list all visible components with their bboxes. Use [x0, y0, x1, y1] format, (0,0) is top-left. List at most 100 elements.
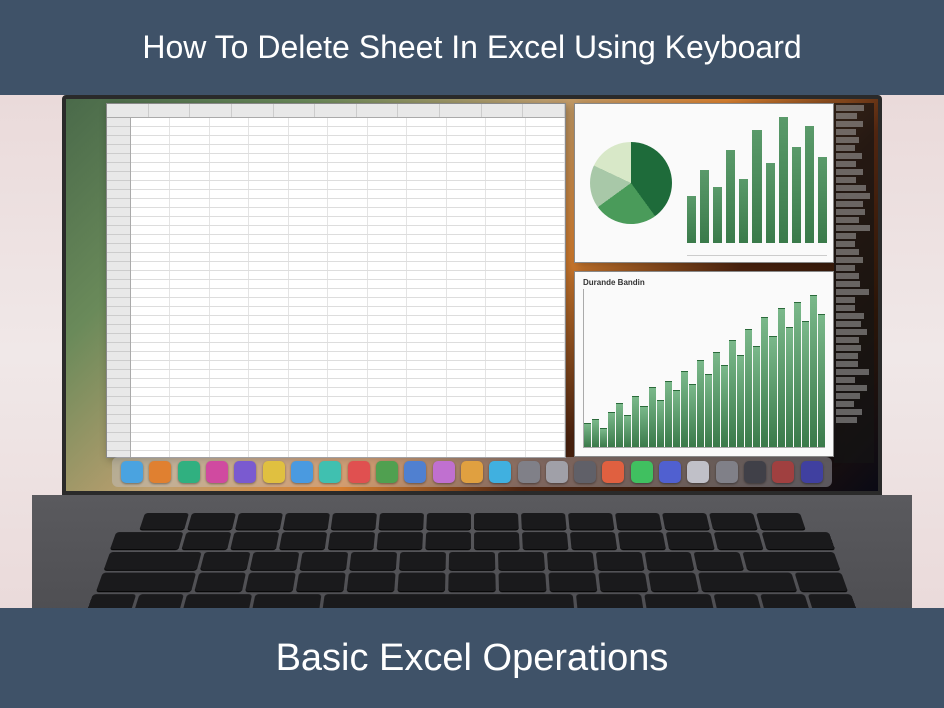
keyboard-key: [665, 532, 714, 549]
keyboard-key: [327, 532, 374, 549]
pie-chart: [590, 142, 672, 224]
keyboard-key: [425, 532, 471, 549]
macos-dock: [112, 457, 832, 487]
area-segment: [624, 415, 631, 447]
bar-segment: [752, 130, 761, 243]
area-segment: [786, 327, 793, 447]
keyboard-key: [181, 532, 231, 549]
side-properties-panel: [834, 103, 874, 463]
area-segment: [608, 412, 615, 447]
keyboard-key: [596, 552, 645, 570]
dock-app-icon: [404, 461, 426, 483]
keyboard-key: [693, 552, 743, 570]
keyboard-key: [645, 552, 695, 570]
keyboard-key: [245, 573, 296, 592]
keyboard-key: [282, 513, 329, 530]
area-segment: [745, 329, 752, 448]
area-chart: [583, 289, 825, 448]
dock-app-icon: [716, 461, 738, 483]
dock-app-icon: [348, 461, 370, 483]
pie-chart-area: [581, 110, 681, 256]
area-segment: [802, 321, 809, 447]
chart-title: Durande Bandin: [583, 276, 825, 289]
area-segment: [721, 365, 728, 447]
keyboard-key: [347, 573, 396, 592]
keyboard-key: [499, 573, 547, 592]
area-segment: [616, 403, 623, 447]
keyboard-key: [698, 573, 797, 592]
dock-app-icon: [178, 461, 200, 483]
dock-app-icon: [461, 461, 483, 483]
bar-segment: [818, 157, 827, 243]
keyboard-key: [713, 532, 763, 549]
dock-app-icon: [489, 461, 511, 483]
keyboard-key: [110, 532, 183, 549]
keyboard-key: [498, 552, 545, 570]
keyboard-key: [521, 513, 567, 530]
area-segment: [665, 381, 672, 447]
area-segment: [761, 317, 768, 447]
dock-app-icon: [772, 461, 794, 483]
area-segment: [753, 346, 760, 447]
dock-app-icon: [206, 461, 228, 483]
area-segment: [584, 423, 591, 447]
dock-app-icon: [149, 461, 171, 483]
keyboard-key: [194, 573, 246, 592]
dock-app-icon: [433, 461, 455, 483]
area-segment: [689, 384, 696, 447]
keyboard-key: [250, 552, 300, 570]
keyboard-key: [662, 513, 710, 530]
footer-title: Basic Excel Operations: [276, 637, 669, 680]
bar-segment: [726, 150, 735, 243]
dock-app-icon: [546, 461, 568, 483]
bar-chart: [687, 110, 827, 256]
bar-segment: [766, 163, 775, 243]
spreadsheet-window: [106, 103, 566, 458]
footer-bar: Basic Excel Operations: [0, 608, 944, 708]
chart-window-top: [574, 103, 834, 263]
dock-app-icon: [744, 461, 766, 483]
keyboard-key: [230, 532, 279, 549]
dock-app-icon: [801, 461, 823, 483]
area-segment: [632, 396, 639, 447]
area-segment: [769, 336, 776, 447]
keyboard-key: [761, 532, 834, 549]
dock-app-icon: [518, 461, 540, 483]
keyboard-key: [795, 573, 848, 592]
keyboard-key: [426, 513, 471, 530]
keyboard-key: [139, 513, 189, 530]
dock-app-icon: [687, 461, 709, 483]
area-segment: [681, 371, 688, 447]
area-segment: [640, 406, 647, 447]
keyboard-key: [279, 532, 327, 549]
area-segment: [794, 302, 801, 447]
area-segment: [778, 308, 785, 447]
dock-app-icon: [263, 461, 285, 483]
header-bar: How To Delete Sheet In Excel Using Keybo…: [0, 0, 944, 95]
dock-app-icon: [291, 461, 313, 483]
keyboard-key: [521, 532, 567, 549]
keyboard-key: [648, 573, 699, 592]
keyboard-key: [448, 573, 496, 592]
keyboard-key: [709, 513, 758, 530]
bar-segment: [739, 179, 748, 243]
bar-segment: [792, 147, 801, 243]
keyboard-key: [547, 552, 595, 570]
keyboard-key: [598, 573, 648, 592]
area-segment: [592, 419, 599, 447]
chart-window-bottom: Durande Bandin: [574, 271, 834, 457]
keyboard-key: [378, 513, 424, 530]
dock-app-icon: [234, 461, 256, 483]
keyboard-key: [449, 552, 496, 570]
dock-app-icon: [121, 461, 143, 483]
bar-segment: [700, 170, 709, 243]
keyboard-key: [104, 552, 202, 570]
bar-segment: [713, 187, 722, 243]
spreadsheet-grid: [131, 118, 565, 457]
keyboard: [87, 513, 858, 612]
keyboard-key: [474, 532, 520, 549]
keyboard-key: [235, 513, 283, 530]
dock-app-icon: [319, 461, 341, 483]
keyboard-key: [474, 513, 519, 530]
bar-segment: [687, 196, 696, 243]
